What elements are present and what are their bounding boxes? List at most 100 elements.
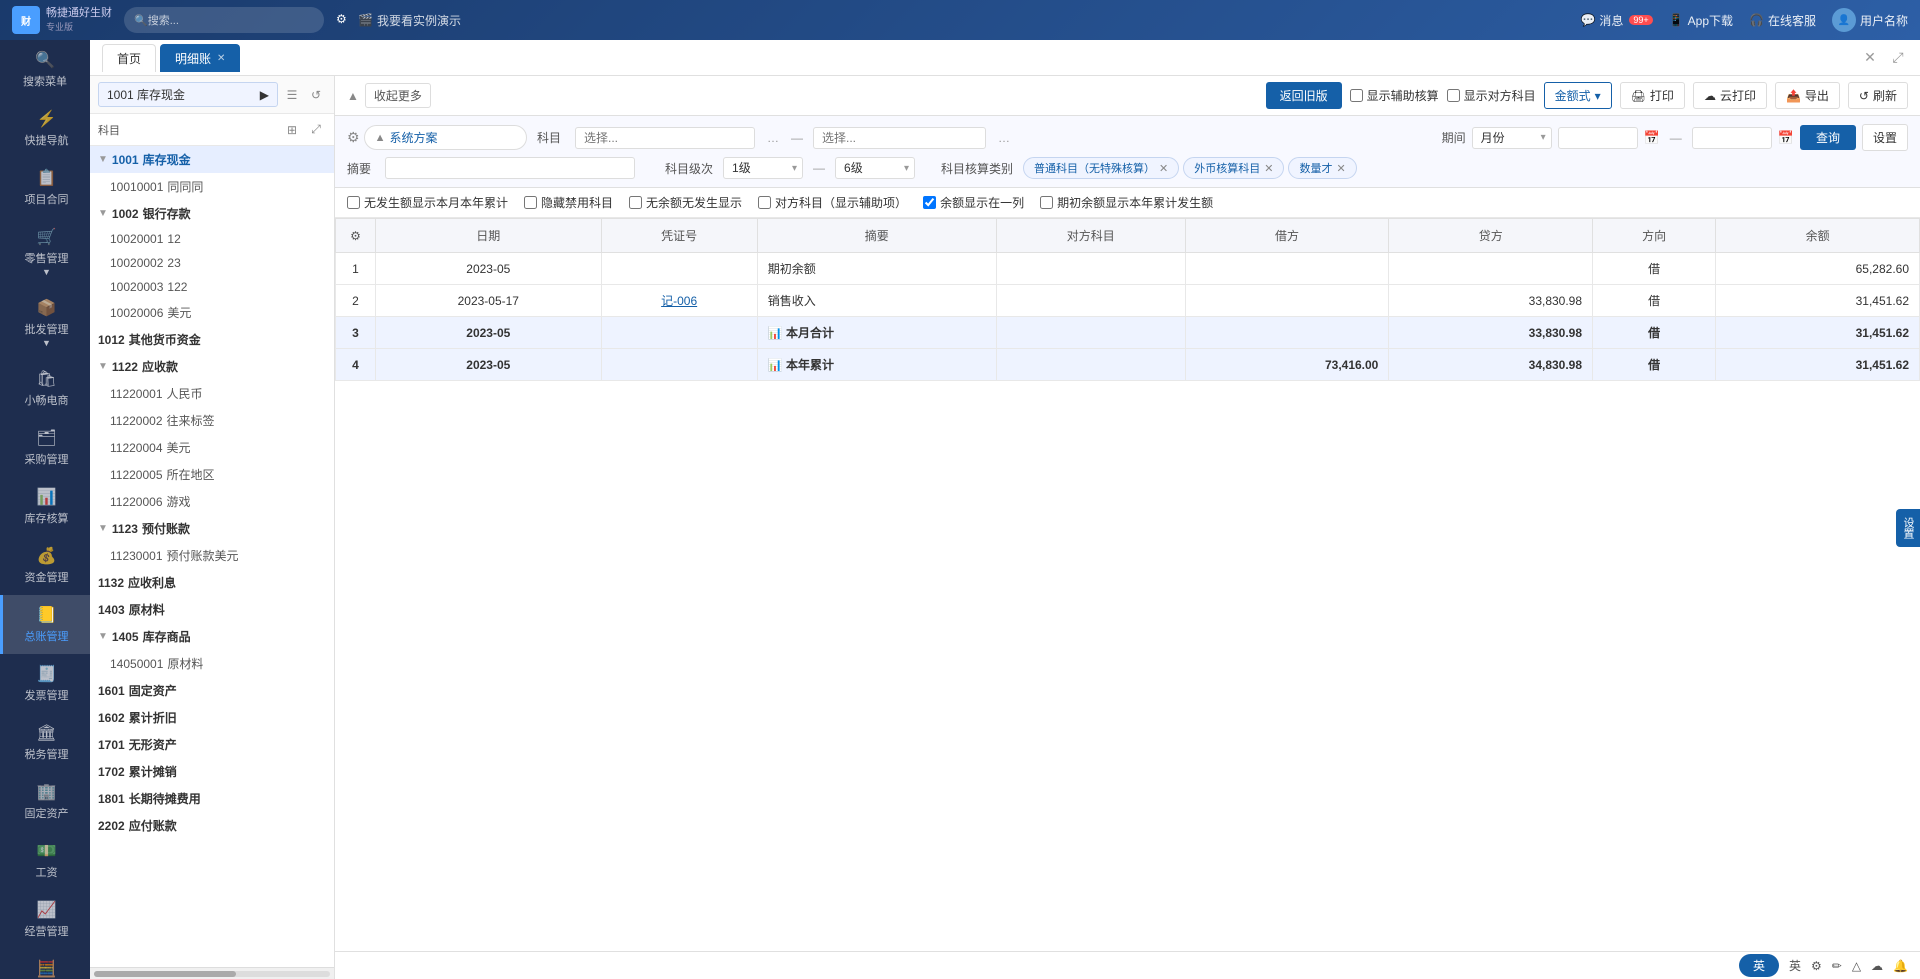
scheme-name[interactable]: 系统方案 — [389, 129, 437, 146]
account-item-11220005[interactable]: 11220005 所在地区 — [90, 461, 334, 488]
account-item-1001[interactable]: ▼ 1001 库存现金 — [90, 146, 334, 173]
col-date[interactable]: 日期 — [376, 219, 602, 253]
sidebar-item-fixed-assets[interactable]: 🏢 固定资产 — [0, 772, 90, 831]
calendar-icon-from[interactable]: 📅 — [1644, 130, 1660, 146]
account-item-2202[interactable]: 2202 应付账款 — [90, 812, 334, 839]
sidebar-item-tax[interactable]: 🏛 税务管理 — [0, 713, 90, 772]
lang-btn[interactable]: 英 — [1739, 954, 1779, 977]
sidebar-item-search[interactable]: 🔍 搜索菜单 — [0, 40, 90, 99]
opposite-checkbox[interactable] — [1447, 89, 1460, 102]
bottom-action-1[interactable]: 英 — [1789, 957, 1801, 974]
col-credit[interactable]: 贷方 — [1389, 219, 1593, 253]
row-voucher[interactable]: 记-006 — [601, 285, 757, 317]
account-item-11220001[interactable]: 11220001 人民币 — [90, 380, 334, 407]
bottom-action-3[interactable]: ✏ — [1832, 959, 1842, 973]
check-no-balance[interactable]: 无余额无发生显示 — [629, 194, 742, 211]
sidebar-item-ecom[interactable]: 🛍 小畅电商 — [0, 359, 90, 418]
tab-detail[interactable]: 明细账 ✕ — [160, 44, 240, 72]
demo-link[interactable]: 🎬 我要看实例演示 — [358, 12, 461, 29]
global-search[interactable]: 🔍 搜索... — [124, 7, 324, 33]
col-balance[interactable]: 余额 — [1716, 219, 1920, 253]
check-opposite[interactable]: 对方科目（显示辅助项） — [758, 194, 907, 211]
collapse-btn[interactable]: 收起更多 — [365, 83, 431, 108]
subject-input[interactable] — [575, 127, 755, 149]
account-item-10010001[interactable]: 10010001 同同同 — [90, 173, 334, 200]
side-settings-btn[interactable]: 设置 — [1896, 509, 1920, 547]
account-item-1002[interactable]: ▼ 1002 银行存款 — [90, 200, 334, 227]
sidebar-item-operations[interactable]: 📈 经营管理 — [0, 890, 90, 949]
sidebar-item-purchase[interactable]: 🗂 采购管理 — [0, 418, 90, 477]
level-to-wrap[interactable]: 6级 ▾ — [835, 157, 915, 179]
sidebar-item-expense[interactable]: 🧮 小畅报销 — [0, 949, 90, 979]
col-summary[interactable]: 摘要 — [757, 219, 996, 253]
summary-input[interactable] — [385, 157, 635, 179]
print-btn[interactable]: 🖨 打印 — [1620, 82, 1685, 109]
account-item-1405[interactable]: ▼ 1405 库存商品 — [90, 623, 334, 650]
account-item-1702[interactable]: 1702 累计摊销 — [90, 758, 334, 785]
account-item-1602[interactable]: 1602 累计折旧 — [90, 704, 334, 731]
bottom-action-4[interactable]: △ — [1852, 959, 1861, 973]
no-amount-checkbox[interactable] — [347, 196, 360, 209]
level-to-select[interactable]: 6级 — [835, 157, 915, 179]
bottom-action-2[interactable]: ⚙ — [1811, 959, 1822, 973]
tag-close-normal[interactable]: ✕ — [1159, 162, 1168, 175]
col-direction[interactable]: 方向 — [1593, 219, 1716, 253]
refresh-btn[interactable]: ↺ 刷新 — [1848, 82, 1908, 109]
app-download-btn[interactable]: 📱 App下载 — [1669, 12, 1733, 29]
sidebar-item-funds[interactable]: 💰 资金管理 — [0, 536, 90, 595]
bottom-action-5[interactable]: ☁ — [1871, 959, 1883, 973]
period-from-input[interactable]: 2023-05 — [1558, 127, 1638, 149]
account-item-10020001[interactable]: 10020001 12 — [90, 227, 334, 251]
check-no-amount[interactable]: 无发生额显示本月本年累计 — [347, 194, 508, 211]
sidebar-item-invoice[interactable]: 🧾 发票管理 — [0, 654, 90, 713]
account-item-1403[interactable]: 1403 原材料 — [90, 596, 334, 623]
period-type-select[interactable]: 月份 — [1472, 127, 1552, 149]
cloud-print-btn[interactable]: ☁ 云打印 — [1693, 82, 1767, 109]
level-from-select[interactable]: 1级 — [723, 157, 803, 179]
account-item-11220006[interactable]: 11220006 游戏 — [90, 488, 334, 515]
settings-btn[interactable]: 设置 — [1862, 124, 1908, 151]
bottom-action-6[interactable]: 🔔 — [1893, 959, 1908, 973]
account-item-1601[interactable]: 1601 固定资产 — [90, 677, 334, 704]
tab-home[interactable]: 首页 — [102, 44, 156, 72]
account-item-10020003[interactable]: 10020003 122 — [90, 275, 334, 299]
calendar-icon-to[interactable]: 📅 — [1778, 130, 1794, 146]
list-icon[interactable]: ☰ — [282, 85, 302, 105]
refresh-icon[interactable]: ↺ — [306, 85, 326, 105]
col-voucher[interactable]: 凭证号 — [601, 219, 757, 253]
settings-icon[interactable]: ⚙ — [336, 12, 352, 28]
account-item-1132[interactable]: 1132 应收利息 — [90, 569, 334, 596]
online-service-btn[interactable]: 🎧 在线客服 — [1749, 12, 1816, 29]
check-balance-one-col[interactable]: 余额显示在一列 — [923, 194, 1024, 211]
period-opening-checkbox[interactable] — [1040, 196, 1053, 209]
account-selector[interactable]: 1001 库存现金 ▶ — [98, 82, 278, 107]
account-item-10020002[interactable]: 10020002 23 — [90, 251, 334, 275]
auxiliary-checkbox[interactable] — [1350, 89, 1363, 102]
sidebar-item-quicknav[interactable]: ⚡ 快捷导航 — [0, 99, 90, 158]
account-item-1012[interactable]: 1012 其他货币资金 — [90, 326, 334, 353]
export-btn[interactable]: 📤 导出 — [1775, 82, 1840, 109]
account-item-14050001[interactable]: 14050001 原材料 — [90, 650, 334, 677]
account-item-11230001[interactable]: 11230001 预付账款美元 — [90, 542, 334, 569]
tag-close-qty[interactable]: ✕ — [1336, 162, 1345, 175]
check-hide-disabled[interactable]: 隐藏禁用科目 — [524, 194, 613, 211]
sidebar-item-salary[interactable]: 💵 工资 — [0, 831, 90, 890]
check-period-opening[interactable]: 期初余额显示本年累计发生额 — [1040, 194, 1213, 211]
account-item-1701[interactable]: 1701 无形资产 — [90, 731, 334, 758]
level-from-wrap[interactable]: 1级 ▾ — [723, 157, 803, 179]
show-auxiliary-check[interactable]: 显示辅助核算 — [1350, 87, 1439, 104]
user-area[interactable]: 👤 用户名称 — [1832, 8, 1908, 32]
col-opposite[interactable]: 对方科目 — [996, 219, 1185, 253]
amount-format-btn[interactable]: 金额式 ▾ — [1544, 82, 1612, 109]
col-settings[interactable]: ⚙ — [336, 219, 376, 253]
account-item-1123[interactable]: ▼ 1123 预付账款 — [90, 515, 334, 542]
return-old-btn[interactable]: 返回旧版 — [1266, 82, 1342, 109]
subject-input-end[interactable] — [813, 127, 986, 149]
period-to-input[interactable]: 2023-05 — [1692, 127, 1772, 149]
col-debit[interactable]: 借方 — [1185, 219, 1389, 253]
settings-scheme-icon[interactable]: ⚙ — [347, 129, 360, 146]
expand-icon[interactable]: ⤢ — [306, 120, 326, 140]
horizontal-scrollbar[interactable] — [90, 967, 334, 979]
balance-one-col-checkbox[interactable] — [923, 196, 936, 209]
tab-close-icon[interactable]: ✕ — [217, 53, 225, 64]
